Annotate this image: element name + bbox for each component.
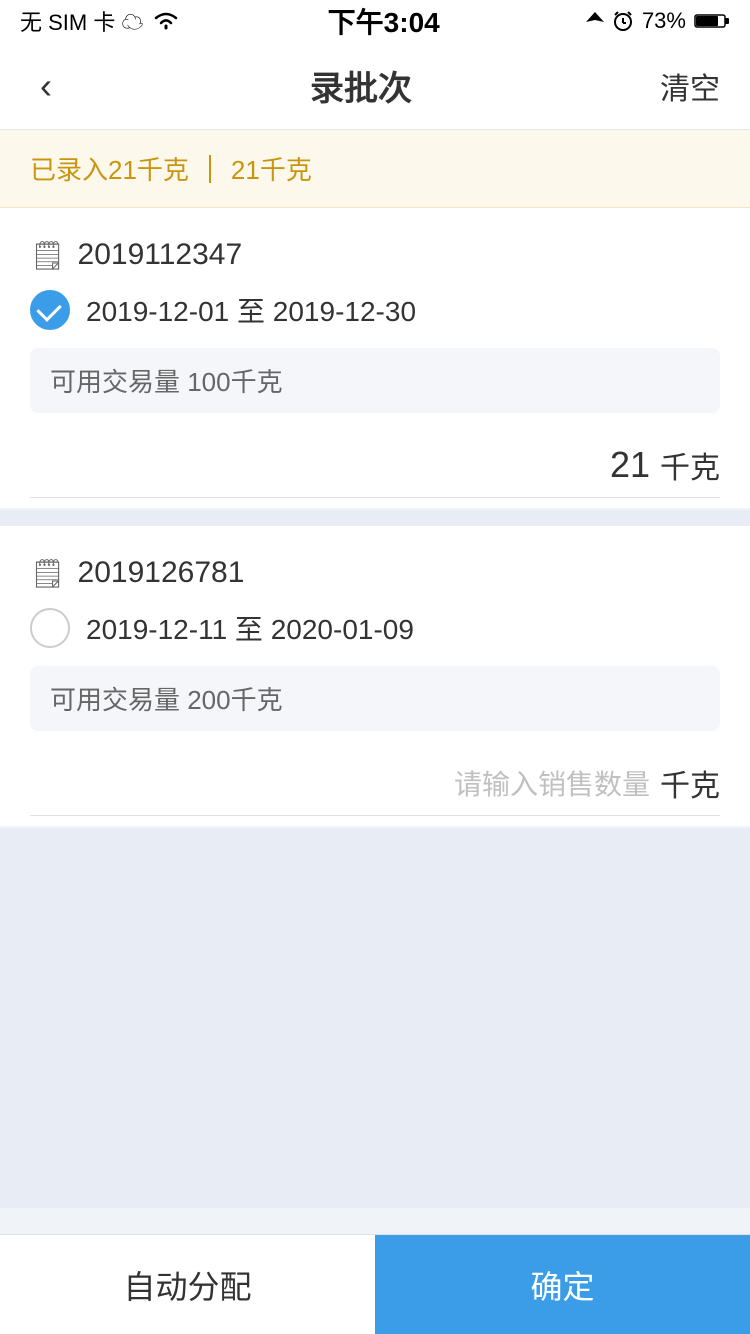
sim-label: 无 SIM 卡 ☁ <box>20 5 143 37</box>
status-right: 73% <box>586 8 730 34</box>
status-time: 下午3:04 <box>328 1 440 41</box>
clear-button[interactable]: 清空 <box>660 64 720 108</box>
info-bar: 已录入21千克 21千克 <box>0 130 750 208</box>
input-placeholder-2: 请输入销售数量 <box>454 763 650 803</box>
confirm-button[interactable]: 确定 <box>375 1235 750 1334</box>
batch-header-1: 🗒 2019112347 <box>0 208 750 282</box>
info-divider <box>209 155 211 183</box>
bottom-bar: 自动分配 确定 <box>0 1234 750 1334</box>
batch-id-2: 2019126781 <box>78 556 245 590</box>
back-button[interactable]: ‹ <box>30 55 62 117</box>
battery-percent: 73% <box>642 8 686 34</box>
nav-bar: ‹ 录批次 清空 <box>0 42 750 130</box>
section-divider <box>0 510 750 526</box>
page-title: 录批次 <box>310 61 412 110</box>
batch-icon-2: 🗒 <box>30 557 66 590</box>
recorded-amount: 已录入21千克 <box>30 150 189 187</box>
radio-2[interactable] <box>30 608 70 648</box>
batch-icon-1: 🗒 <box>30 239 66 272</box>
batch-date-2: 2019-12-11 至 2020-01-09 <box>86 608 414 648</box>
battery-icon <box>694 12 730 30</box>
input-unit-2: 千克 <box>660 761 720 805</box>
wifi-icon <box>151 10 181 32</box>
auto-distribute-button[interactable]: 自动分配 <box>0 1235 375 1334</box>
quantity-row-1: 21 千克 <box>0 433 750 497</box>
quantity-value-1: 21 <box>610 444 650 486</box>
content-background <box>0 828 750 1208</box>
input-row-2[interactable]: 请输入销售数量 千克 <box>0 751 750 815</box>
status-left: 无 SIM 卡 ☁ <box>20 5 181 37</box>
avail-box-2: 可用交易量 200千克 <box>30 666 720 731</box>
batch-card-1: 🗒 2019112347 2019-12-01 至 2019-12-30 可用交… <box>0 208 750 508</box>
alarm-icon <box>612 10 634 32</box>
batch-date-row-1[interactable]: 2019-12-01 至 2019-12-30 <box>0 282 750 340</box>
batch-id-1: 2019112347 <box>78 238 243 272</box>
status-bar: 无 SIM 卡 ☁ 下午3:04 73% <box>0 0 750 42</box>
location-icon <box>586 10 604 32</box>
quantity-unit-1: 千克 <box>660 443 720 487</box>
radio-1[interactable] <box>30 290 70 330</box>
avail-box-1: 可用交易量 100千克 <box>30 348 720 413</box>
batch-card-2: 🗒 2019126781 2019-12-11 至 2020-01-09 可用交… <box>0 526 750 826</box>
batch-date-row-2[interactable]: 2019-12-11 至 2020-01-09 <box>0 600 750 658</box>
batch-date-1: 2019-12-01 至 2019-12-30 <box>86 290 416 330</box>
total-amount: 21千克 <box>231 150 312 187</box>
batch-header-2: 🗒 2019126781 <box>0 526 750 600</box>
